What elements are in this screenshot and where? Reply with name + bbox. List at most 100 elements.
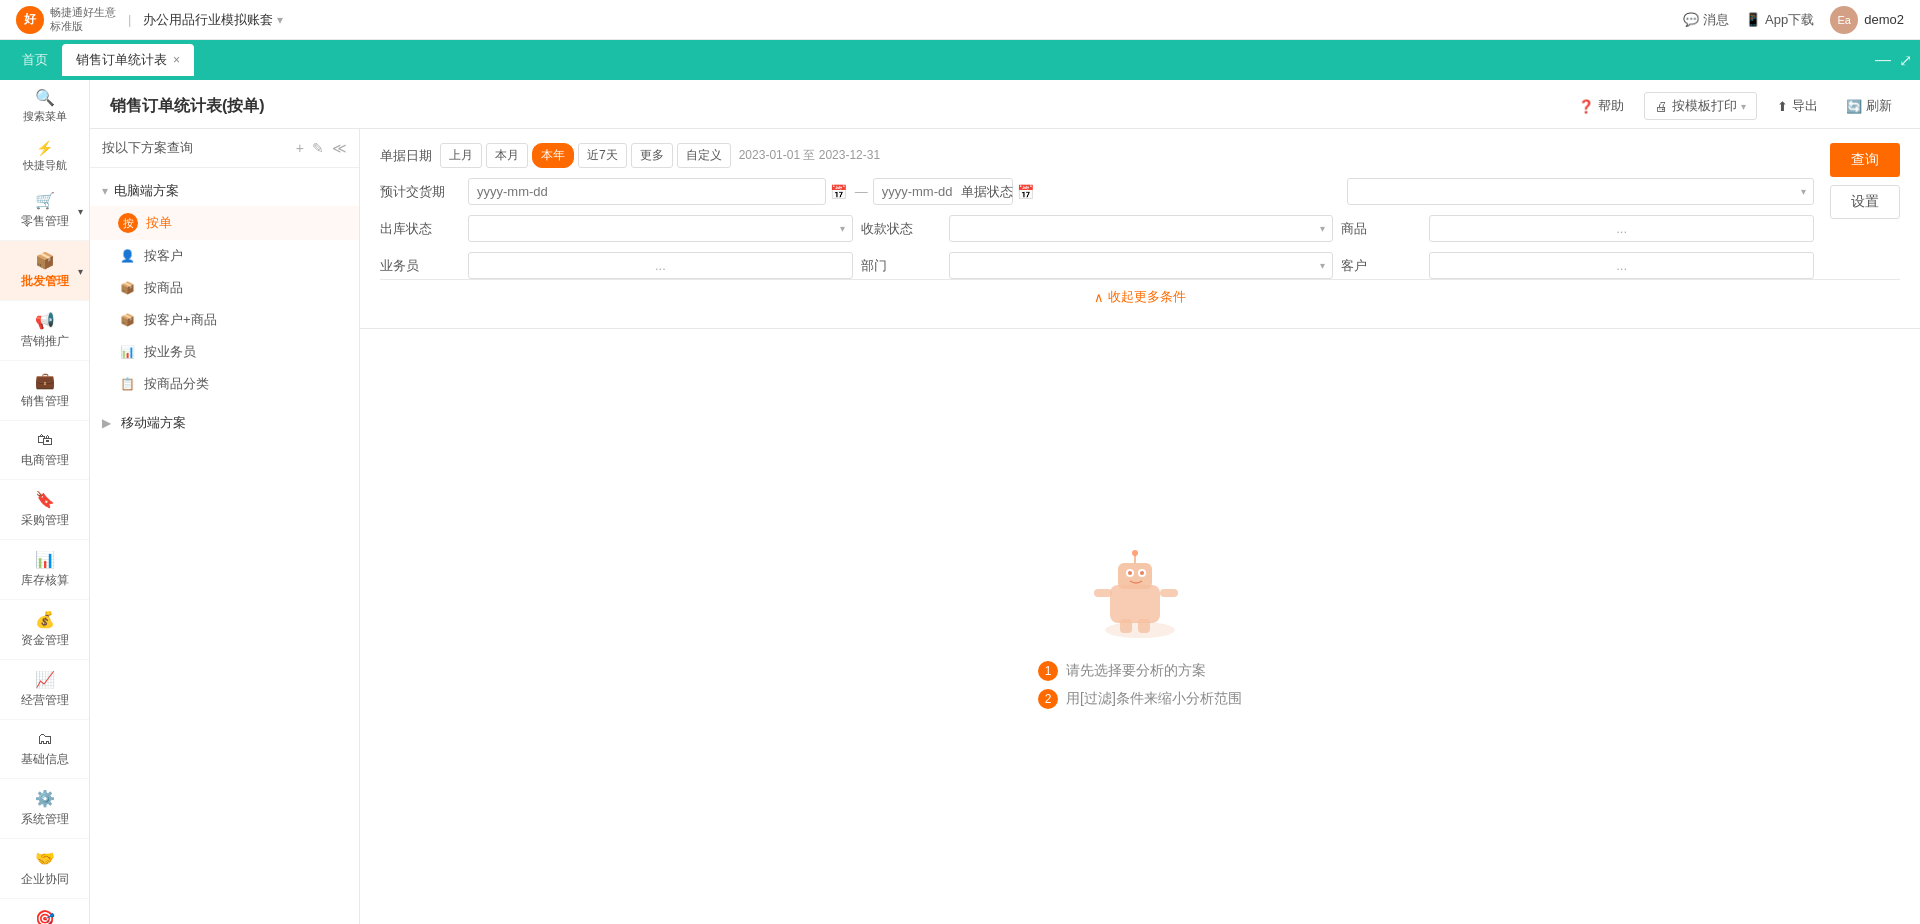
filter-row-3: 出库状态 ▾ 收款状态 <box>380 215 1814 242</box>
refresh-button[interactable]: 🔄 刷新 <box>1838 93 1900 119</box>
scheme-item-by-customer[interactable]: 👤 按客户 <box>90 240 359 272</box>
finance-icon: 💰 <box>35 610 55 629</box>
date-btn-more[interactable]: 更多 <box>631 143 673 168</box>
collapse-bar[interactable]: ∧ 收起更多条件 <box>380 279 1900 314</box>
date-btn-this-year[interactable]: 本年 <box>532 143 574 168</box>
delivery-date-start[interactable] <box>468 178 826 205</box>
scheme-item-by-order[interactable]: 按 按单 <box>90 206 359 240</box>
messages-button[interactable]: 💬 消息 <box>1683 11 1729 29</box>
sidebar-item-finance[interactable]: 💰 资金管理 <box>0 600 89 660</box>
date-btn-this-month[interactable]: 本月 <box>486 143 528 168</box>
page-title-row: 销售订单统计表(按单) ❓ 帮助 🖨 按模板打印 ▾ ⬆ 导出 <box>110 92 1900 120</box>
tab-bar: 首页 销售订单统计表 × — ⤢ <box>0 40 1920 80</box>
sidebar-search-item[interactable]: 🔍 搜索菜单 <box>0 80 89 132</box>
refresh-icon: 🔄 <box>1846 99 1862 114</box>
empty-tip-1: 1 请先选择要分析的方案 <box>1038 661 1242 681</box>
empty-tip-2: 2 用[过滤]条件来缩小分析范围 <box>1038 689 1242 709</box>
help-button[interactable]: ❓ 帮助 <box>1570 93 1632 119</box>
svg-point-8 <box>1132 550 1138 556</box>
empty-illustration <box>1080 545 1200 645</box>
tab-sales-order[interactable]: 销售订单统计表 × <box>62 44 194 76</box>
tab-close-icon[interactable]: × <box>173 53 180 67</box>
filter-row-4: 业务员 ... 部门 ▾ 客户 ... <box>380 252 1814 279</box>
operations-icon: 📈 <box>35 670 55 689</box>
user-area[interactable]: Ea demo2 <box>1830 6 1904 34</box>
tip-1-number: 1 <box>1038 661 1058 681</box>
action-buttons: 查询 设置 <box>1830 143 1900 219</box>
mobile-scheme-header[interactable]: ▶ 移动端方案 <box>90 408 359 438</box>
scheme-section-pc: ▾ 电脑端方案 按 按单 👤 按客户 <box>90 168 359 408</box>
department-select-wrapper: ▾ <box>949 252 1334 279</box>
app-download-button[interactable]: 📱 App下载 <box>1745 11 1814 29</box>
inventory-icon: 📊 <box>35 550 55 569</box>
sidebar-item-enterprise[interactable]: 🤝 企业协同 <box>0 839 89 899</box>
status-select[interactable] <box>1347 178 1814 205</box>
customer-label: 客户 <box>1341 257 1421 275</box>
user-avatar: Ea <box>1830 6 1858 34</box>
sidebar-item-sales[interactable]: 💼 销售管理 <box>0 361 89 421</box>
print-button[interactable]: 🖨 按模板打印 ▾ <box>1644 92 1757 120</box>
dropdown-icon[interactable]: ▾ <box>277 13 283 27</box>
reset-button[interactable]: 设置 <box>1830 185 1900 219</box>
active-dot: 按 <box>118 213 138 233</box>
sidebar-item-operations[interactable]: 📈 经营管理 <box>0 660 89 720</box>
logo-area: 好 畅捷通好生意 标准版 <box>16 6 116 34</box>
main-layout: 🔍 搜索菜单 ⚡ 快捷导航 🛒 零售管理 📦 批发管理 📢 营销推广 💼 销售管… <box>0 80 1920 924</box>
sidebar-item-purchase[interactable]: 🔖 采购管理 <box>0 480 89 540</box>
query-button[interactable]: 查询 <box>1830 143 1900 177</box>
calendar-start-icon: 📅 <box>830 184 847 200</box>
sidebar-item-system[interactable]: ⚙️ 系统管理 <box>0 779 89 839</box>
sidebar: 🔍 搜索菜单 ⚡ 快捷导航 🛒 零售管理 📦 批发管理 📢 营销推广 💼 销售管… <box>0 80 90 924</box>
sidebar-quick-nav[interactable]: ⚡ 快捷导航 <box>0 132 89 181</box>
print-dropdown-icon[interactable]: ▾ <box>1741 101 1746 112</box>
svg-rect-1 <box>1110 585 1160 623</box>
body-layout: 按以下方案查询 + ✎ ≪ ▾ 电脑端方案 按 <box>90 129 1920 924</box>
content-area: 销售订单统计表(按单) ❓ 帮助 🖨 按模板打印 ▾ ⬆ 导出 <box>90 80 1920 924</box>
marketing-icon: 📢 <box>35 311 55 330</box>
filter-row-2: 预计交货期 📅 — 📅 单据状态 <box>380 178 1814 205</box>
sidebar-item-marketing[interactable]: 📢 营销推广 <box>0 301 89 361</box>
wholesale-icon: 📦 <box>35 251 55 270</box>
sidebar-item-wholesale[interactable]: 📦 批发管理 <box>0 241 89 301</box>
add-scheme-icon[interactable]: + <box>296 140 304 156</box>
scheme-item-by-salesperson[interactable]: 📊 按业务员 <box>90 336 359 368</box>
top-bar-right: 💬 消息 📱 App下载 Ea demo2 <box>1683 6 1904 34</box>
product-select-button[interactable]: ... <box>1429 215 1814 242</box>
pc-scheme-header[interactable]: ▾ 电脑端方案 <box>90 176 359 206</box>
sidebar-item-ecommerce[interactable]: 🛍 电商管理 <box>0 421 89 480</box>
scheme-item-by-product[interactable]: 📦 按商品 <box>90 272 359 304</box>
download-icon: 📱 <box>1745 12 1761 27</box>
tab-home[interactable]: 首页 <box>8 44 62 76</box>
sidebar-item-newbie[interactable]: 🎯 新手引导 <box>0 899 89 924</box>
date-btn-last-month[interactable]: 上月 <box>440 143 482 168</box>
date-btn-last7[interactable]: 近7天 <box>578 143 627 168</box>
edit-scheme-icon[interactable]: ✎ <box>312 140 324 156</box>
tab-minimize-icon[interactable]: — <box>1875 51 1891 69</box>
logo-icon: 好 <box>16 6 44 34</box>
scheme-item-by-category[interactable]: 📋 按商品分类 <box>90 368 359 400</box>
scheme-item-by-customer-product[interactable]: 📦 按客户+商品 <box>90 304 359 336</box>
sidebar-item-inventory[interactable]: 📊 库存核算 <box>0 540 89 600</box>
department-select[interactable] <box>949 252 1334 279</box>
top-bar: 好 畅捷通好生意 标准版 | 办公用品行业模拟账套 ▾ 💬 消息 📱 App下载… <box>0 0 1920 40</box>
customer-select-button[interactable]: ... <box>1429 252 1814 279</box>
salesperson-select-button[interactable]: ... <box>468 252 853 279</box>
date-btn-custom[interactable]: 自定义 <box>677 143 731 168</box>
empty-state: 1 请先选择要分析的方案 2 用[过滤]条件来缩小分析范围 <box>360 329 1920 924</box>
print-icon: 🖨 <box>1655 99 1668 114</box>
pay-status-select[interactable] <box>949 215 1334 242</box>
svg-rect-2 <box>1118 563 1152 589</box>
collapse-panel-icon[interactable]: ≪ <box>332 140 347 156</box>
delivery-end-wrapper: 📅 <box>873 178 953 205</box>
tab-maximize-icon[interactable]: ⤢ <box>1899 51 1912 70</box>
left-panel: 按以下方案查询 + ✎ ≪ ▾ 电脑端方案 按 <box>90 129 360 924</box>
out-status-select[interactable] <box>468 215 853 242</box>
filter-card: 单据日期 上月 本月 本年 近7天 更多 自定义 2023-01-01 至 20… <box>360 129 1920 329</box>
sidebar-item-retail[interactable]: 🛒 零售管理 <box>0 181 89 241</box>
date-label: 单据日期 <box>380 147 432 165</box>
message-icon: 💬 <box>1683 12 1699 27</box>
page-header: 销售订单统计表(按单) ❓ 帮助 🖨 按模板打印 ▾ ⬆ 导出 <box>90 80 1920 129</box>
expand-icon: ▾ <box>102 184 108 198</box>
export-button[interactable]: ⬆ 导出 <box>1769 93 1826 119</box>
sidebar-item-basic[interactable]: 🗂 基础信息 <box>0 720 89 779</box>
